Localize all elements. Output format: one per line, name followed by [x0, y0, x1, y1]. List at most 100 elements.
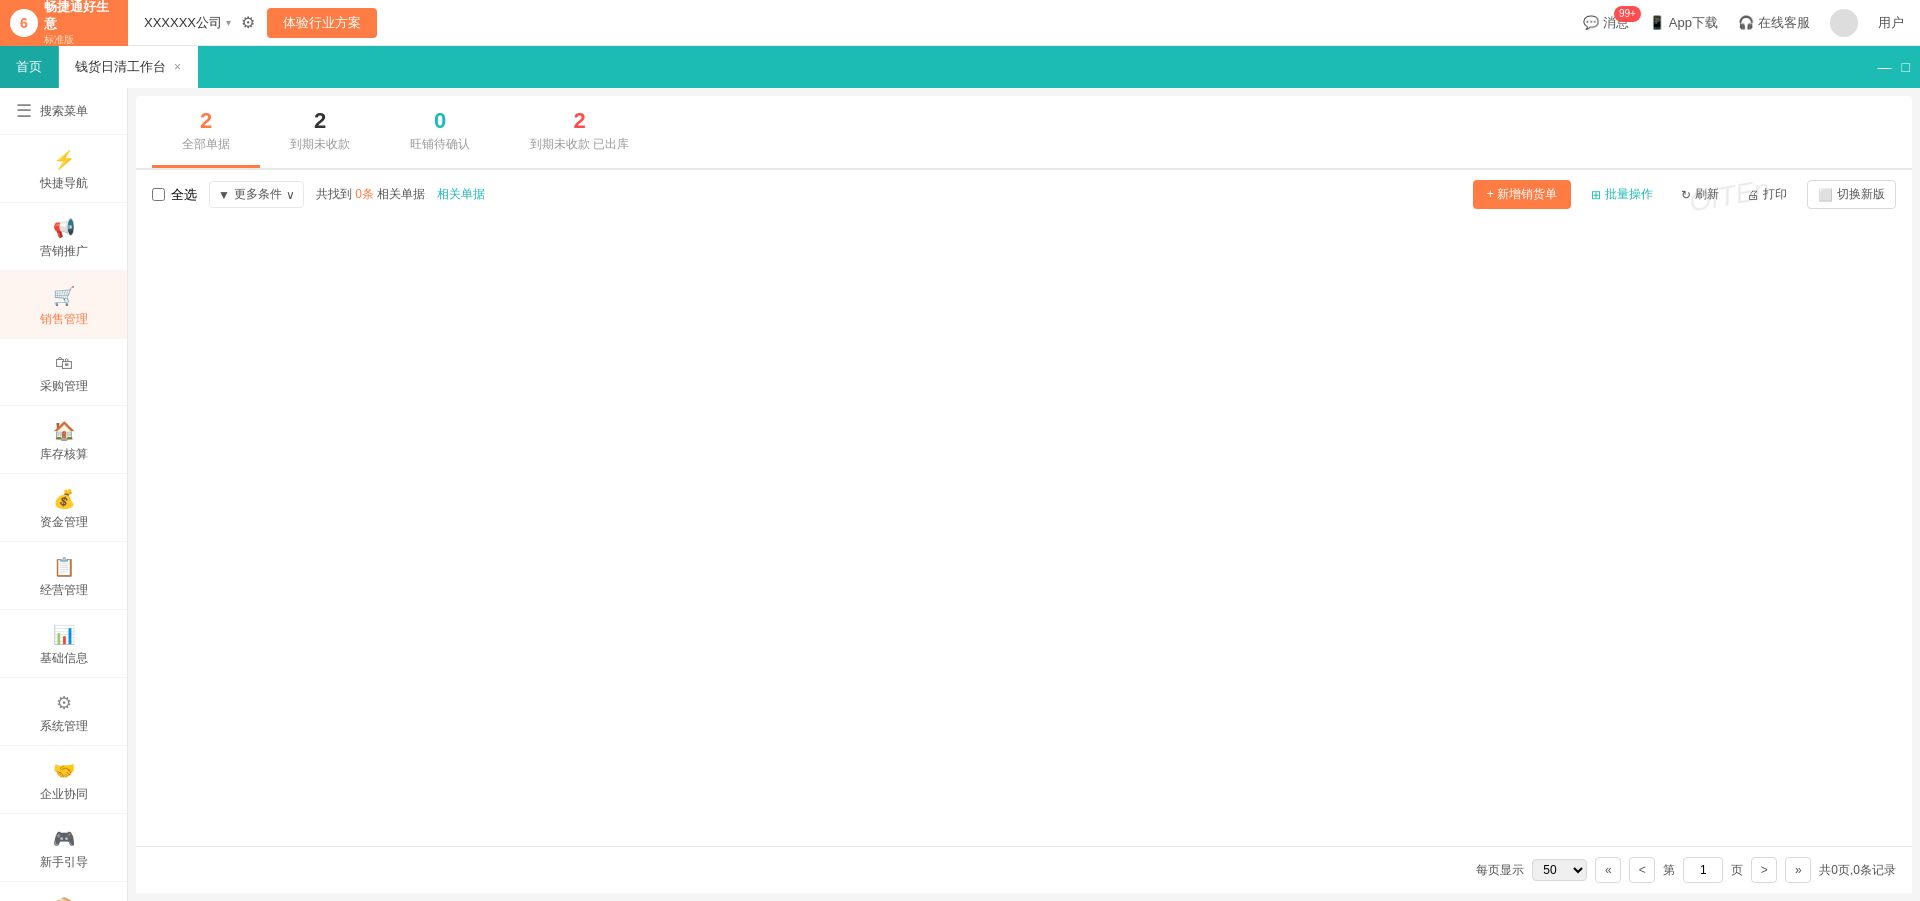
sales-icon: 🛒: [53, 285, 75, 307]
sidebar-item-operations[interactable]: 📋 经营管理: [0, 542, 127, 610]
logo-tag: 标准版: [44, 33, 118, 46]
basic-info-icon: 📊: [53, 624, 75, 646]
sidebar-search-label: 搜索菜单: [40, 103, 88, 120]
stat-label-all: 全部单据: [182, 136, 230, 153]
sidebar-item-app-center[interactable]: 📦 应用中心: [0, 882, 127, 901]
settings-icon[interactable]: ⚙: [241, 13, 255, 32]
per-page-label: 每页显示: [1476, 862, 1524, 879]
tab-maximize-btn[interactable]: □: [1902, 59, 1910, 75]
message-action[interactable]: 💬 消息 99+: [1583, 14, 1629, 32]
batch-ops-btn[interactable]: ⊞ 批量操作: [1583, 182, 1661, 207]
refresh-label: 刷新: [1695, 186, 1719, 203]
sidebar-quick-nav-label: 快捷导航: [40, 175, 88, 192]
new-sale-btn[interactable]: + 新增销货单: [1473, 180, 1571, 209]
guide-icon: 🎮: [53, 828, 75, 850]
batch-ops-label: 批量操作: [1605, 186, 1653, 203]
related-link[interactable]: 相关单据: [437, 186, 485, 203]
stat-tab-overdue-shipped[interactable]: 2 到期未收款 已出库: [500, 96, 659, 168]
tab-minimize-btn[interactable]: —: [1878, 59, 1892, 75]
system-icon: ⚙: [56, 692, 72, 714]
tab-close-icon[interactable]: ×: [174, 60, 181, 74]
sidebar-item-marketing[interactable]: 📢 营销推广: [0, 203, 127, 271]
sidebar-sales-label: 销售管理: [40, 311, 88, 328]
table-area: [136, 219, 1912, 846]
purchase-icon: 🛍: [55, 353, 73, 374]
switch-version-btn[interactable]: ⬜ 切换新版: [1807, 180, 1896, 209]
tab-active[interactable]: 钱货日清工作台 ×: [59, 46, 198, 88]
page-next-btn[interactable]: >: [1751, 857, 1777, 883]
app-center-icon: 📦: [53, 896, 75, 901]
sidebar-item-inventory[interactable]: 🏠 库存核算: [0, 406, 127, 474]
experience-btn[interactable]: 体验行业方案: [267, 8, 377, 38]
header-right: 💬 消息 99+ 📱 App下载 🎧 在线客服 用户: [1583, 9, 1904, 37]
search-menu-icon: ☰: [16, 100, 32, 122]
sidebar-finance-label: 资金管理: [40, 514, 88, 531]
tab-home[interactable]: 首页: [0, 46, 59, 88]
stat-label-pending: 旺铺待确认: [410, 136, 470, 153]
username: 用户: [1878, 14, 1904, 32]
select-all-label: 全选: [171, 186, 197, 204]
page-last-btn[interactable]: »: [1785, 857, 1811, 883]
stat-tab-pending[interactable]: 0 旺铺待确认: [380, 96, 500, 168]
stat-count-overdue-shipped: 2: [574, 108, 586, 134]
batch-icon: ⊞: [1591, 188, 1601, 202]
tab-bar-actions: — □: [1878, 59, 1920, 75]
message-icon: 💬: [1583, 15, 1599, 30]
online-service-action[interactable]: 🎧 在线客服: [1738, 14, 1810, 32]
stat-count-pending: 0: [434, 108, 446, 134]
sidebar-item-purchase[interactable]: 🛍 采购管理: [0, 339, 127, 406]
filter-arrow: ∨: [286, 188, 295, 202]
found-count: 0条: [355, 187, 374, 201]
pagination: 每页显示 50 20 100 « < 第 页 > » 共0页,0条记录: [136, 846, 1912, 893]
tab-home-label: 首页: [16, 58, 42, 76]
finance-icon: 💰: [53, 488, 75, 510]
select-all-checkbox[interactable]: 全选: [152, 186, 197, 204]
found-text: 共找到 0条 相关单据: [316, 186, 425, 203]
toolbar: 全选 ▼ 更多条件 ∨ 共找到 0条 相关单据 相关单据 + 新增销货单: [136, 169, 1912, 219]
app-download-label: App下载: [1669, 14, 1718, 32]
service-icon: 🎧: [1738, 15, 1754, 30]
stat-tab-overdue[interactable]: 2 到期未收款: [260, 96, 380, 168]
sidebar-item-guide[interactable]: 🎮 新手引导: [0, 814, 127, 882]
sidebar-item-cooperation[interactable]: 🤝 企业协同: [0, 746, 127, 814]
page-input[interactable]: [1683, 857, 1723, 883]
more-filter-btn[interactable]: ▼ 更多条件 ∨: [209, 181, 304, 208]
cooperation-icon: 🤝: [53, 760, 75, 782]
sidebar-operations-label: 经营管理: [40, 582, 88, 599]
sidebar-item-search-menu[interactable]: ☰ 搜索菜单: [0, 88, 127, 135]
logo-text: 畅捷通好生意 标准版: [44, 0, 118, 46]
page-label: 第: [1663, 862, 1675, 879]
toolbar-right: + 新增销货单 ⊞ 批量操作 ↻ 刷新 🖨 打印 ⬜ 切换新版: [1473, 180, 1896, 209]
operations-icon: 📋: [53, 556, 75, 578]
switch-label: 切换新版: [1837, 186, 1885, 203]
message-badge: 99+: [1614, 6, 1641, 22]
app-download-action[interactable]: 📱 App下载: [1649, 14, 1718, 32]
print-btn[interactable]: 🖨 打印: [1739, 182, 1795, 207]
sidebar-item-basic-info[interactable]: 📊 基础信息: [0, 610, 127, 678]
marketing-icon: 📢: [53, 217, 75, 239]
inventory-icon: 🏠: [53, 420, 75, 442]
per-page-select[interactable]: 50 20 100: [1532, 859, 1587, 881]
refresh-icon: ↻: [1681, 188, 1691, 202]
stats-tabs: 2 全部单据 2 到期未收款 0 旺铺待确认 2 到期未收款 已出库: [136, 96, 1912, 169]
logo-title: 畅捷通好生意: [44, 0, 118, 33]
sidebar-item-quick-nav[interactable]: ⚡ 快捷导航: [0, 135, 127, 203]
found-prefix: 共找到: [316, 187, 352, 201]
select-all-input[interactable]: [152, 188, 165, 201]
company-selector[interactable]: XXXXXX公司 ▾: [144, 14, 231, 32]
avatar[interactable]: [1830, 9, 1858, 37]
print-label: 打印: [1763, 186, 1787, 203]
stat-tab-all[interactable]: 2 全部单据: [152, 96, 260, 168]
sidebar-item-sales[interactable]: 🛒 销售管理: [0, 271, 127, 339]
online-service-label: 在线客服: [1758, 14, 1810, 32]
sidebar-item-finance[interactable]: 💰 资金管理: [0, 474, 127, 542]
page-prev-btn[interactable]: <: [1629, 857, 1655, 883]
company-name: XXXXXX公司: [144, 14, 222, 32]
page-first-btn[interactable]: «: [1595, 857, 1621, 883]
refresh-btn[interactable]: ↻ 刷新: [1673, 182, 1727, 207]
stat-label-overdue-shipped: 到期未收款 已出库: [530, 136, 629, 153]
sidebar-cooperation-label: 企业协同: [40, 786, 88, 803]
sidebar-item-system[interactable]: ⚙ 系统管理: [0, 678, 127, 746]
filter-label: 更多条件: [234, 186, 282, 203]
quick-nav-icon: ⚡: [53, 149, 75, 171]
